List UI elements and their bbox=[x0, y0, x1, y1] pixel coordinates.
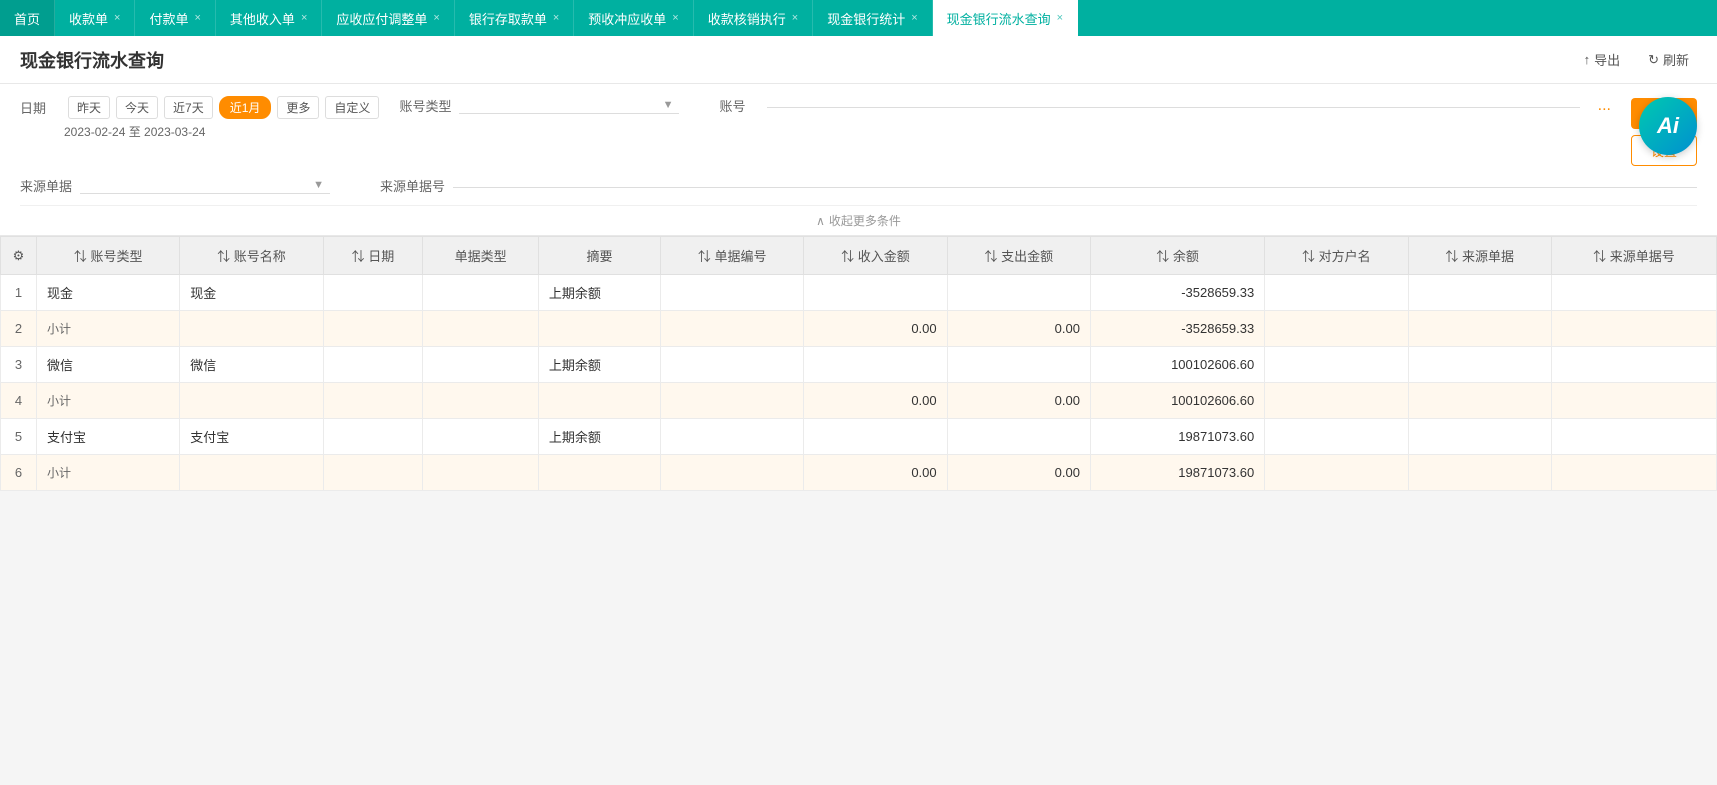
export-button[interactable]: ↑ 导出 bbox=[1576, 46, 1629, 73]
close-icon[interactable]: × bbox=[792, 12, 798, 24]
col-balance: ⇅ 余额 bbox=[1090, 237, 1264, 275]
table-body: 1现金现金上期余额-3528659.332小计0.000.00-3528659.… bbox=[1, 275, 1717, 491]
close-icon[interactable]: × bbox=[672, 12, 678, 24]
refresh-icon: ↻ bbox=[1648, 52, 1659, 68]
chevron-down-icon: ▼ bbox=[313, 179, 324, 191]
date-btn-7days[interactable]: 近7天 bbox=[164, 96, 213, 119]
close-icon[interactable]: × bbox=[1057, 12, 1063, 24]
col-date: ⇅ 日期 bbox=[323, 237, 423, 275]
nav-tab-3[interactable]: 应收应付调整单 × bbox=[322, 0, 454, 36]
ai-assistant-button[interactable]: Ai bbox=[1639, 97, 1697, 155]
collapse-bar[interactable]: ∧ 收起更多条件 bbox=[20, 205, 1697, 235]
table-row[interactable]: 3微信微信上期余额100102606.60 bbox=[1, 347, 1717, 383]
col-account-name: ⇅ 账号名称 bbox=[180, 237, 323, 275]
col-counterpart: ⇅ 对方户名 bbox=[1265, 237, 1408, 275]
close-icon[interactable]: × bbox=[911, 12, 917, 24]
nav-tab-7[interactable]: 现金银行统计 × bbox=[813, 0, 932, 36]
account-label: 账号 bbox=[719, 96, 759, 115]
col-source-doc: ⇅ 来源单据 bbox=[1408, 237, 1551, 275]
header-actions: ↑ 导出 ↻ 刷新 bbox=[1576, 46, 1697, 73]
account-type-select[interactable]: ▼ bbox=[459, 97, 679, 114]
date-buttons: 昨天 今天 近7天 近1月 更多 自定义 bbox=[68, 96, 379, 119]
close-icon[interactable]: × bbox=[553, 12, 559, 24]
source-doc-num-input[interactable] bbox=[453, 183, 1697, 188]
page-title: 现金银行流水查询 bbox=[20, 47, 164, 73]
nav-tab-5[interactable]: 预收冲应收单 × bbox=[574, 0, 693, 36]
filter-area: 日期 昨天 今天 近7天 近1月 更多 自定义 2023-02-24 至 202… bbox=[0, 84, 1717, 236]
nav-home[interactable]: 首页 bbox=[0, 0, 55, 36]
table-row[interactable]: 6小计0.000.0019871073.60 bbox=[1, 455, 1717, 491]
col-source-doc-no: ⇅ 来源单据号 bbox=[1551, 237, 1716, 275]
date-btn-yesterday[interactable]: 昨天 bbox=[68, 96, 110, 119]
source-doc-select[interactable]: ▼ bbox=[80, 177, 330, 194]
col-doc-type: 单据类型 bbox=[423, 237, 538, 275]
date-btn-custom[interactable]: 自定义 bbox=[325, 96, 379, 119]
close-icon[interactable]: × bbox=[114, 12, 120, 24]
source-doc-label: 来源单据 bbox=[20, 176, 72, 195]
source-doc-num-label: 来源单据号 bbox=[380, 176, 445, 195]
table-row[interactable]: 2小计0.000.00-3528659.33 bbox=[1, 311, 1717, 347]
account-input[interactable] bbox=[767, 103, 1579, 108]
nav-tab-6[interactable]: 收款核销执行 × bbox=[694, 0, 813, 36]
top-nav: 首页 收款单 × 付款单 × 其他收入单 × 应收应付调整单 × 银行存取款单 … bbox=[0, 0, 1717, 36]
data-table: ⚙ ⇅ 账号类型 ⇅ 账号名称 ⇅ 日期 单据类型 摘要 ⇅ 单据编号 ⇅ 收入… bbox=[0, 236, 1717, 491]
col-summary: 摘要 bbox=[538, 237, 660, 275]
table-container: ⚙ ⇅ 账号类型 ⇅ 账号名称 ⇅ 日期 单据类型 摘要 ⇅ 单据编号 ⇅ 收入… bbox=[0, 236, 1717, 491]
date-btn-today[interactable]: 今天 bbox=[116, 96, 158, 119]
settings-column-header[interactable]: ⚙ bbox=[1, 237, 37, 275]
table-row[interactable]: 5支付宝支付宝上期余额19871073.60 bbox=[1, 419, 1717, 455]
table-row[interactable]: 1现金现金上期余额-3528659.33 bbox=[1, 275, 1717, 311]
nav-tab-1[interactable]: 付款单 × bbox=[135, 0, 215, 36]
col-account-type: ⇅ 账号类型 bbox=[37, 237, 180, 275]
table-row[interactable]: 4小计0.000.00100102606.60 bbox=[1, 383, 1717, 419]
nav-tab-2[interactable]: 其他收入单 × bbox=[216, 0, 322, 36]
nav-tab-0[interactable]: 收款单 × bbox=[55, 0, 135, 36]
page-header: 现金银行流水查询 ↑ 导出 ↻ 刷新 bbox=[0, 36, 1717, 84]
collapse-icon: ∧ bbox=[816, 214, 825, 228]
nav-tab-4[interactable]: 银行存取款单 × bbox=[455, 0, 574, 36]
more-options-button[interactable]: ... bbox=[1598, 97, 1611, 115]
account-type-label: 账号类型 bbox=[399, 96, 451, 115]
refresh-button[interactable]: ↻ 刷新 bbox=[1640, 46, 1697, 73]
col-doc-no: ⇅ 单据编号 bbox=[661, 237, 804, 275]
col-income: ⇅ 收入金额 bbox=[804, 237, 947, 275]
date-label: 日期 bbox=[20, 98, 60, 117]
date-btn-more[interactable]: 更多 bbox=[277, 96, 319, 119]
date-btn-1month[interactable]: 近1月 bbox=[219, 96, 272, 119]
table-header-row: ⚙ ⇅ 账号类型 ⇅ 账号名称 ⇅ 日期 单据类型 摘要 ⇅ 单据编号 ⇅ 收入… bbox=[1, 237, 1717, 275]
chevron-down-icon: ▼ bbox=[663, 99, 674, 111]
export-icon: ↑ bbox=[1584, 52, 1591, 67]
close-icon[interactable]: × bbox=[433, 12, 439, 24]
nav-tab-8[interactable]: 现金银行流水查询 × bbox=[933, 0, 1078, 36]
date-range: 2023-02-24 至 2023-03-24 bbox=[64, 125, 205, 139]
col-expense: ⇅ 支出金额 bbox=[947, 237, 1090, 275]
close-icon[interactable]: × bbox=[194, 12, 200, 24]
close-icon[interactable]: × bbox=[301, 12, 307, 24]
